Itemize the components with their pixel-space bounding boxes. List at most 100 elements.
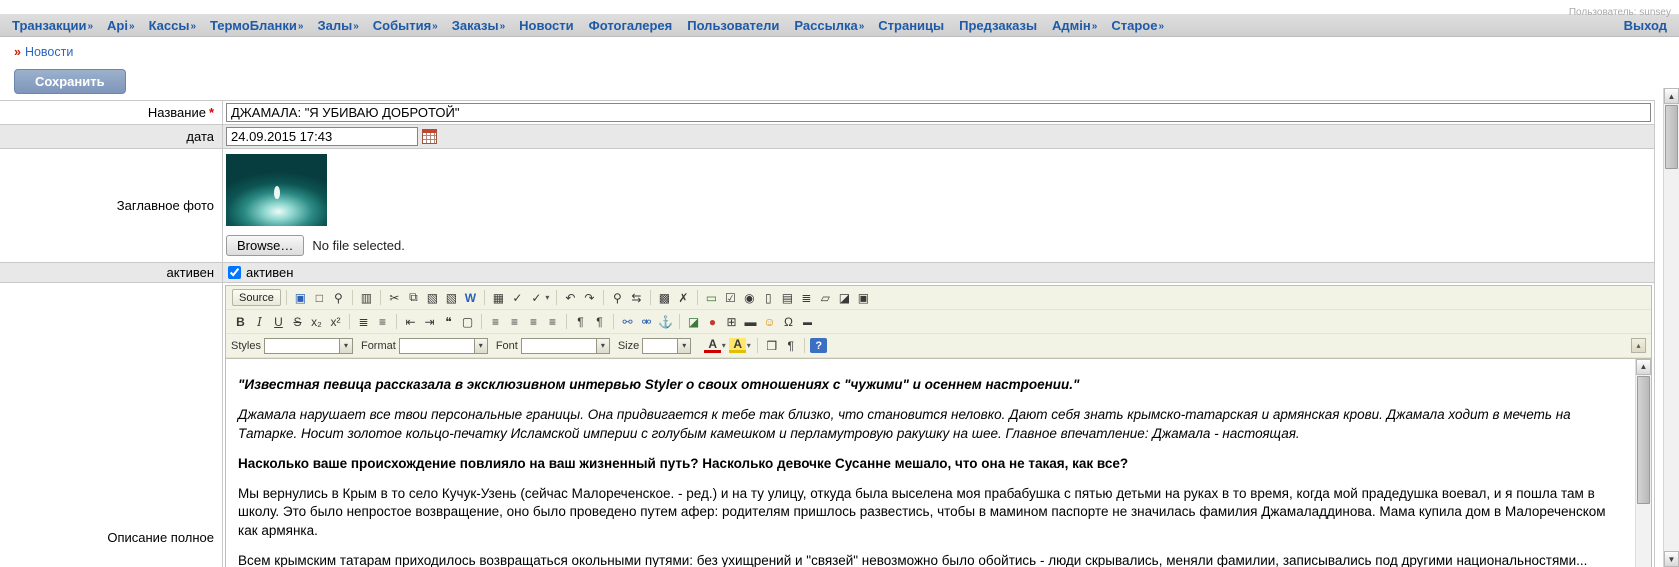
div-container-button[interactable]: ▢ bbox=[459, 313, 476, 330]
nav-item[interactable]: Api» bbox=[107, 18, 135, 33]
spellcheck-button[interactable]: ✓ bbox=[509, 289, 526, 306]
cut-button[interactable]: ✂ bbox=[386, 289, 403, 306]
combo-box[interactable] bbox=[398, 337, 475, 354]
nav-item[interactable]: Рассылка» bbox=[794, 18, 864, 33]
toolbar-combo[interactable]: Size ▾ bbox=[618, 337, 692, 354]
paste-button[interactable]: ▧ bbox=[424, 289, 441, 306]
templates-button[interactable]: ▥ bbox=[358, 289, 375, 306]
bulleted-list-button[interactable]: ≡ bbox=[374, 313, 391, 330]
background-color-button[interactable]: A bbox=[729, 338, 747, 353]
horizontal-rule-button[interactable]: ▬ bbox=[742, 313, 759, 330]
combo-box[interactable] bbox=[263, 337, 340, 354]
background-color-arrow-icon[interactable]: ▾ bbox=[745, 337, 752, 354]
editor-save-button[interactable]: ▣ bbox=[292, 289, 309, 306]
nav-item[interactable]: События» bbox=[373, 18, 438, 33]
nav-item[interactable]: Кассы» bbox=[149, 18, 196, 33]
unlink-button[interactable]: ⚮ bbox=[638, 313, 655, 330]
editor-scrollbar-thumb[interactable] bbox=[1637, 376, 1650, 504]
checkbox-field-button[interactable]: ☑ bbox=[722, 289, 739, 306]
combo-box[interactable] bbox=[520, 337, 597, 354]
nav-item[interactable]: Транзакции» bbox=[12, 18, 93, 33]
nav-item[interactable]: Страницы bbox=[878, 18, 945, 33]
maximize-button[interactable]: ❒ bbox=[763, 337, 780, 354]
bold-button[interactable]: B bbox=[232, 313, 249, 330]
subscript-button[interactable]: x₂ bbox=[308, 313, 325, 330]
justify-left-button[interactable]: ≡ bbox=[487, 313, 504, 330]
paste-from-word-button[interactable]: W bbox=[462, 289, 479, 306]
active-checkbox[interactable] bbox=[228, 266, 241, 279]
source-button[interactable]: Source bbox=[232, 289, 281, 306]
justify-block-button[interactable]: ≡ bbox=[544, 313, 561, 330]
combo-arrow-icon[interactable]: ▾ bbox=[339, 337, 353, 354]
hidden-field-button[interactable]: ▣ bbox=[855, 289, 872, 306]
nav-item[interactable]: ТермоБланки» bbox=[210, 18, 303, 33]
browse-button[interactable]: Browse… bbox=[226, 235, 305, 256]
page-scrollbar-thumb[interactable] bbox=[1665, 105, 1678, 169]
select-all-button[interactable]: ▩ bbox=[656, 289, 673, 306]
toolbar-collapse-button[interactable]: ▴ bbox=[1631, 338, 1646, 353]
strike-button[interactable]: S bbox=[289, 313, 306, 330]
preview-button[interactable]: ⚲ bbox=[330, 289, 347, 306]
name-input[interactable] bbox=[226, 103, 1651, 122]
combo-arrow-icon[interactable]: ▾ bbox=[474, 337, 488, 354]
copy-button[interactable]: ⧉ bbox=[405, 289, 422, 306]
scayt-button[interactable]: ✓ bbox=[528, 289, 545, 306]
combo-arrow-icon[interactable]: ▾ bbox=[678, 337, 692, 354]
bidi-rtl-button[interactable]: ¶ bbox=[591, 313, 608, 330]
nav-item[interactable]: Адмін» bbox=[1052, 18, 1097, 33]
undo-button[interactable]: ↶ bbox=[562, 289, 579, 306]
numbered-list-button[interactable]: ≣ bbox=[355, 313, 372, 330]
scroll-up-icon[interactable]: ▲ bbox=[1636, 359, 1651, 375]
button-field-button[interactable]: ▱ bbox=[817, 289, 834, 306]
replace-button[interactable]: ⇆ bbox=[628, 289, 645, 306]
print-button[interactable]: ▦ bbox=[490, 289, 507, 306]
justify-right-button[interactable]: ≡ bbox=[525, 313, 542, 330]
editor-content[interactable]: "Известная певица рассказала в эксклюзив… bbox=[226, 358, 1651, 567]
justify-center-button[interactable]: ≡ bbox=[506, 313, 523, 330]
textarea-field-button[interactable]: ▤ bbox=[779, 289, 796, 306]
indent-button[interactable]: ⇥ bbox=[421, 313, 438, 330]
form-button[interactable]: ▭ bbox=[703, 289, 720, 306]
logout-link[interactable]: Выход bbox=[1624, 18, 1667, 33]
scayt-arrow-icon[interactable]: ▾ bbox=[544, 289, 551, 306]
breadcrumb-link[interactable]: Новости bbox=[25, 45, 73, 59]
italic-button[interactable]: I bbox=[251, 313, 268, 330]
special-char-button[interactable]: Ω bbox=[780, 313, 797, 330]
anchor-button[interactable]: ⚓ bbox=[657, 313, 674, 330]
underline-button[interactable]: U bbox=[270, 313, 287, 330]
nav-item[interactable]: Старое» bbox=[1111, 18, 1164, 33]
combo-box[interactable] bbox=[642, 337, 679, 354]
link-button[interactable]: ⚯ bbox=[619, 313, 636, 330]
bidi-ltr-button[interactable]: ¶ bbox=[572, 313, 589, 330]
select-field-button[interactable]: ≣ bbox=[798, 289, 815, 306]
toolbar-combo[interactable]: Font ▾ bbox=[496, 337, 610, 354]
date-input[interactable] bbox=[226, 127, 418, 146]
image-button-field-button[interactable]: ◪ bbox=[836, 289, 853, 306]
about-button[interactable]: ? bbox=[810, 338, 828, 353]
page-break-button[interactable]: ▬ bbox=[799, 313, 816, 330]
page-scroll-down-icon[interactable]: ▼ bbox=[1664, 551, 1679, 567]
nav-item[interactable]: Фотогалерея bbox=[589, 18, 674, 33]
calendar-icon[interactable] bbox=[422, 129, 437, 144]
nav-item[interactable]: Пользователи bbox=[687, 18, 780, 33]
nav-item[interactable]: Предзаказы bbox=[959, 18, 1038, 33]
toolbar-combo[interactable]: Format ▾ bbox=[361, 337, 488, 354]
radio-field-button[interactable]: ◉ bbox=[741, 289, 758, 306]
combo-arrow-icon[interactable]: ▾ bbox=[596, 337, 610, 354]
image-button[interactable]: ◪ bbox=[685, 313, 702, 330]
outdent-button[interactable]: ⇤ bbox=[402, 313, 419, 330]
save-button[interactable]: Сохранить bbox=[14, 69, 126, 94]
text-color-arrow-icon[interactable]: ▾ bbox=[720, 337, 727, 354]
page-scroll-up-icon[interactable]: ▲ bbox=[1664, 88, 1679, 104]
nav-item[interactable]: Новости bbox=[519, 18, 575, 33]
flash-button[interactable]: ● bbox=[704, 313, 721, 330]
toolbar-combo[interactable]: Styles ▾ bbox=[231, 337, 353, 354]
superscript-button[interactable]: x² bbox=[327, 313, 344, 330]
show-blocks-button[interactable]: ¶ bbox=[782, 337, 799, 354]
redo-button[interactable]: ↷ bbox=[581, 289, 598, 306]
text-field-button[interactable]: ▯ bbox=[760, 289, 777, 306]
smiley-button[interactable]: ☺ bbox=[761, 313, 778, 330]
new-page-button[interactable]: □ bbox=[311, 289, 328, 306]
nav-item[interactable]: Залы» bbox=[317, 18, 358, 33]
table-button[interactable]: ⊞ bbox=[723, 313, 740, 330]
